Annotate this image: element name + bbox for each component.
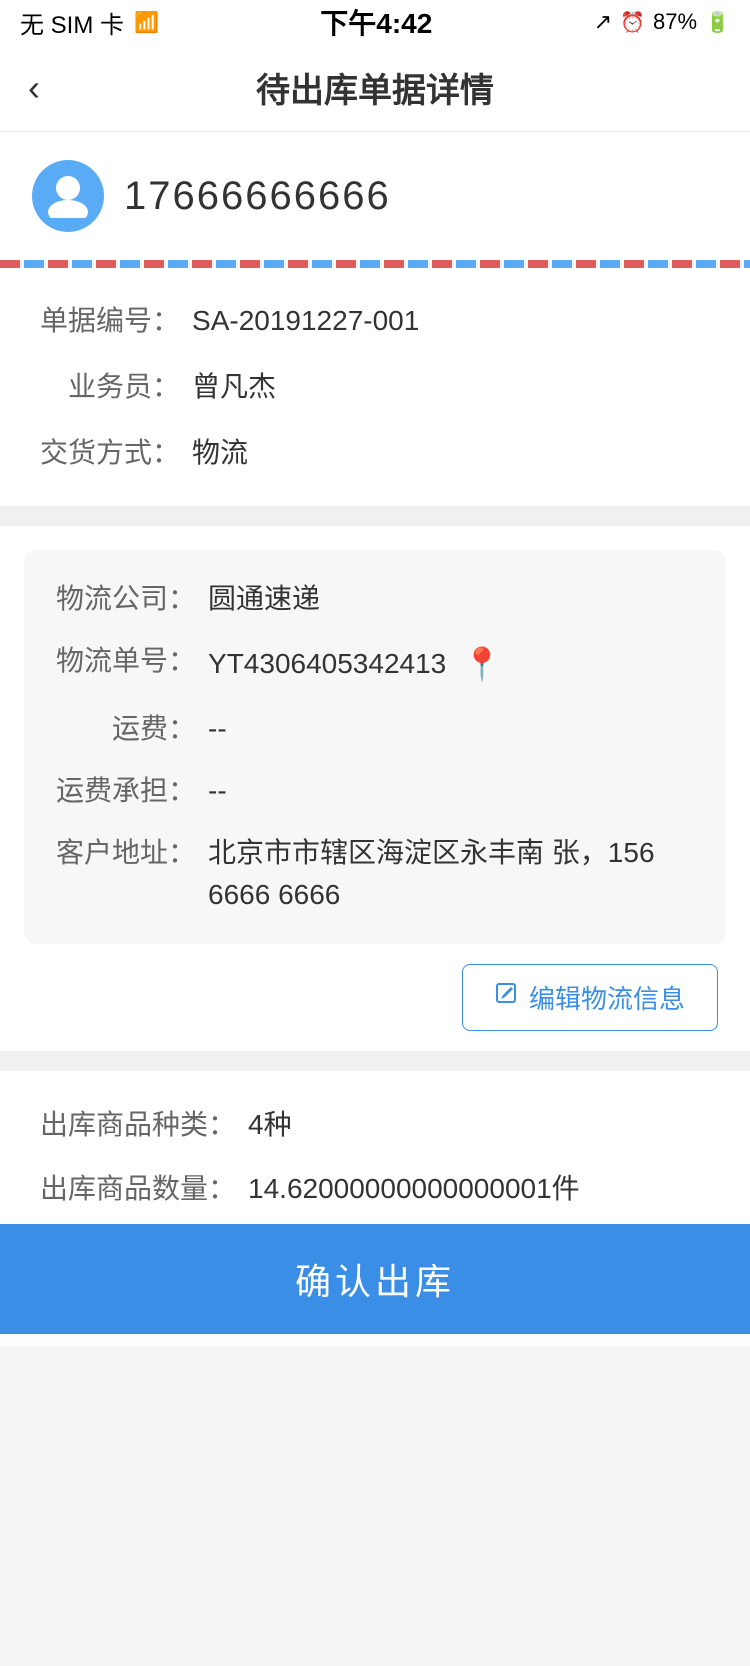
section-divider-2 [0, 1051, 750, 1071]
goods-quantity-row: 出库商品数量： 14.62000000000000001件 [40, 1167, 710, 1207]
nav-bar: ‹ 待出库单据详情 [0, 44, 750, 132]
logistics-section: 物流公司： 圆通速递 物流单号： YT4306405342413 📍 运费： -… [0, 526, 750, 1051]
sales-person-row: 业务员： 曾凡杰 [40, 366, 710, 408]
alarm-icon: ⏰ [620, 10, 645, 35]
sales-person-value: 曾凡杰 [192, 366, 710, 408]
freight-bear-value: -- [208, 770, 694, 812]
tracking-number-value: YT4306405342413 [208, 643, 446, 685]
delivery-method-value: 物流 [192, 432, 710, 474]
delivery-method-label: 交货方式： [40, 432, 180, 474]
carrier-text: 无 SIM 卡 [20, 5, 124, 40]
customer-header: 17666666666 [0, 132, 750, 260]
tracking-location-icon[interactable]: 📍 [462, 640, 502, 688]
wifi-icon: 📶 [134, 10, 159, 35]
tracking-number-row: 物流单号： YT4306405342413 📍 [56, 640, 694, 688]
confirm-button-label: 确认出库 [295, 1253, 455, 1305]
freight-row: 运费： -- [56, 708, 694, 750]
freight-bear-label: 运费承担： [56, 770, 196, 812]
edit-logistics-button[interactable]: 编辑物流信息 [462, 964, 718, 1031]
page-title: 待出库单据详情 [256, 63, 494, 112]
battery-icon: 🔋 [705, 10, 730, 35]
address-value: 北京市市辖区海淀区永丰南 张，156 6666 6666 [208, 832, 694, 916]
goods-quantity-label: 出库商品数量： [40, 1167, 236, 1207]
order-number-value: SA-20191227-001 [192, 300, 710, 342]
goods-types-row: 出库商品种类： 4种 [40, 1103, 710, 1143]
bottom-spacer [0, 1346, 750, 1546]
freight-label: 运费： [56, 708, 196, 750]
logistics-card: 物流公司： 圆通速递 物流单号： YT4306405342413 📍 运费： -… [24, 550, 726, 944]
order-number-label: 单据编号： [40, 300, 180, 342]
freight-bear-row: 运费承担： -- [56, 770, 694, 812]
order-info-section: 单据编号： SA-20191227-001 业务员： 曾凡杰 交货方式： 物流 [0, 268, 750, 506]
address-row: 客户地址： 北京市市辖区海淀区永丰南 张，156 6666 6666 [56, 832, 694, 916]
edit-icon [495, 982, 519, 1013]
logistics-company-row: 物流公司： 圆通速递 [56, 578, 694, 620]
freight-value: -- [208, 708, 694, 750]
battery-text: 87% [653, 9, 697, 35]
edit-logistics-wrapper: 编辑物流信息 [0, 944, 750, 1051]
logistics-company-label: 物流公司： [56, 578, 196, 620]
status-bar: 无 SIM 卡 📶 下午4:42 ↗ ⏰ 87% 🔋 [0, 0, 750, 44]
tracking-number-label: 物流单号： [56, 640, 196, 682]
address-label: 客户地址： [56, 832, 196, 874]
location-status-icon: ↗ [594, 9, 612, 35]
logistics-company-value: 圆通速递 [208, 578, 694, 620]
goods-types-value: 4种 [248, 1103, 292, 1143]
section-divider-1 [0, 506, 750, 526]
status-right: ↗ ⏰ 87% 🔋 [594, 9, 730, 35]
customer-phone: 17666666666 [124, 174, 391, 219]
sales-person-label: 业务员： [40, 366, 180, 408]
delivery-method-row: 交货方式： 物流 [40, 432, 710, 474]
main-content: 17666666666 单据编号： SA-20191227-001 业务员： 曾… [0, 132, 750, 1666]
edit-logistics-label: 编辑物流信息 [529, 979, 685, 1016]
goods-types-label: 出库商品种类： [40, 1103, 236, 1143]
confirm-bar[interactable]: 确认出库 [0, 1224, 750, 1334]
dashed-separator [0, 260, 750, 268]
tracking-number-wrapper: YT4306405342413 📍 [208, 640, 694, 688]
status-left: 无 SIM 卡 📶 [20, 5, 159, 40]
status-time: 下午4:42 [320, 2, 432, 42]
order-number-row: 单据编号： SA-20191227-001 [40, 300, 710, 342]
goods-quantity-value: 14.62000000000000001件 [248, 1167, 580, 1207]
back-button[interactable]: ‹ [28, 67, 40, 109]
goods-section: 出库商品种类： 4种 出库商品数量： 14.62000000000000001件 [0, 1071, 750, 1239]
back-icon: ‹ [28, 67, 40, 108]
avatar [32, 160, 104, 232]
